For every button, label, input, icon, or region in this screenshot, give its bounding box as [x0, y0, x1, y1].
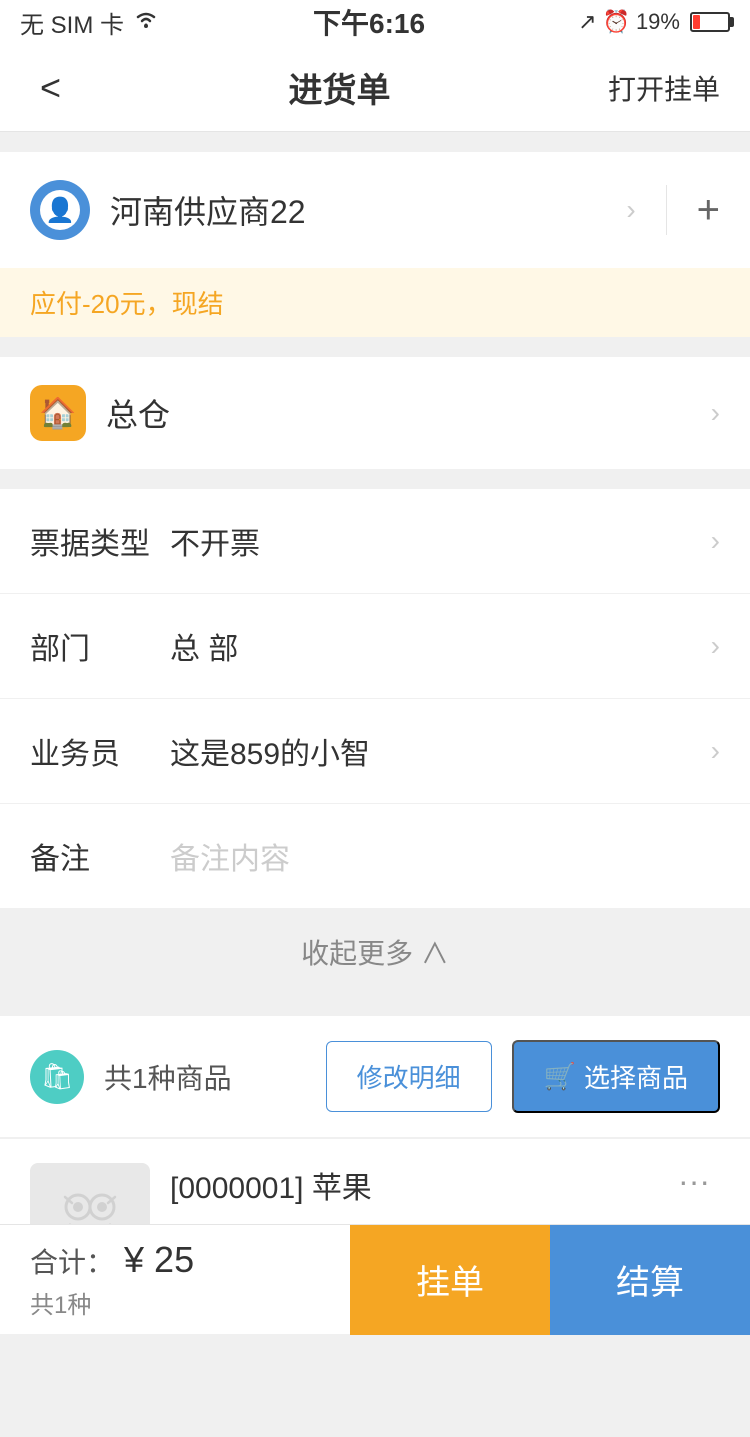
dept-label: 部门 — [30, 624, 170, 668]
product-header: 🛍 共1种商品 修改明细 🛒 选择商品 — [0, 1016, 750, 1137]
staff-label: 业务员 — [30, 729, 170, 773]
select-product-label: 选择商品 — [584, 1058, 688, 1095]
status-left: 无 SIM 卡 — [20, 5, 160, 40]
staff-chevron-icon: › — [711, 735, 720, 767]
bottom-bar: 合计： ¥ 25 共1种 挂单 结算 — [0, 1224, 750, 1334]
warehouse-icon: 🏠 — [30, 385, 86, 441]
open-hang-button[interactable]: 打开挂单 — [608, 68, 720, 108]
product-count: 共1种商品 — [104, 1057, 306, 1097]
location-icon: ↗ — [578, 9, 596, 35]
total-label: 合计： — [30, 1247, 114, 1278]
carrier-text: 无 SIM 卡 — [20, 5, 124, 40]
hang-button[interactable]: 挂单 — [350, 1225, 550, 1335]
supplier-row[interactable]: 👤 河南供应商22 › + — [0, 152, 750, 268]
product-title: 苹果 — [312, 1172, 372, 1205]
product-code: [0000001] — [170, 1172, 303, 1205]
form-section: 票据类型 不开票 › 部门 总 部 › 业务员 这是859的小智 › 备注 备注… — [0, 489, 750, 908]
total-amount: 合计： ¥ 25 — [30, 1239, 320, 1281]
avatar-person-icon: 👤 — [45, 196, 75, 225]
nav-bar: < 进货单 打开挂单 — [0, 44, 750, 132]
invoice-value: 不开票 — [170, 519, 711, 563]
dept-chevron-icon: › — [711, 630, 720, 662]
product-icon: 🛍 — [30, 1050, 84, 1104]
warehouse-home-icon: 🏠 — [39, 396, 76, 431]
staff-value: 这是859的小智 — [170, 729, 711, 773]
add-supplier-button[interactable]: + — [697, 188, 720, 233]
warehouse-section: 🏠 总仓 › — [0, 357, 750, 469]
collapse-button[interactable]: 收起更多 ∧ — [0, 908, 750, 996]
battery-percent: 19% — [636, 9, 680, 35]
dept-row[interactable]: 部门 总 部 › — [0, 594, 750, 699]
staff-row[interactable]: 业务员 这是859的小智 › — [0, 699, 750, 804]
wifi-icon — [132, 8, 160, 36]
remark-row[interactable]: 备注 备注内容 — [0, 804, 750, 908]
back-button[interactable]: < — [30, 57, 71, 119]
total-count: 共1种 — [30, 1285, 320, 1320]
vertical-divider — [666, 185, 667, 235]
warehouse-row[interactable]: 🏠 总仓 › — [0, 357, 750, 469]
warehouse-name: 总仓 — [106, 390, 711, 436]
dept-value: 总 部 — [170, 624, 711, 668]
total-amount-value: ¥ 25 — [124, 1239, 194, 1280]
avatar-inner: 👤 — [40, 190, 80, 230]
checkout-button[interactable]: 结算 — [550, 1225, 750, 1335]
status-time: 下午6:16 — [313, 2, 425, 42]
invoice-label: 票据类型 — [30, 519, 170, 563]
select-product-button[interactable]: 🛒 选择商品 — [512, 1040, 720, 1113]
page-title: 进货单 — [289, 63, 391, 112]
shopping-bag-icon: 🛍 — [40, 1061, 73, 1092]
status-bar: 无 SIM 卡 下午6:16 ↗ ⏰ 19% — [0, 0, 750, 44]
warehouse-chevron-icon: › — [711, 397, 720, 429]
select-product-icon: 🛒 — [544, 1061, 576, 1092]
supplier-right: › + — [626, 185, 720, 235]
supplier-section: 👤 河南供应商22 › + 应付-20元，现结 — [0, 152, 750, 337]
product-name: [0000001] 苹果 — [170, 1163, 648, 1207]
supplier-name: 河南供应商22 — [110, 187, 626, 233]
collapse-label: 收起更多 ∧ — [301, 932, 449, 972]
product-more-button[interactable]: ··· — [668, 1163, 720, 1200]
remark-label: 备注 — [30, 834, 170, 878]
edit-detail-button[interactable]: 修改明细 — [326, 1041, 492, 1112]
remark-placeholder[interactable]: 备注内容 — [170, 834, 720, 878]
info-banner: 应付-20元，现结 — [0, 268, 750, 337]
section-gap-1 — [0, 132, 750, 152]
supplier-avatar: 👤 — [30, 180, 90, 240]
battery-icon — [690, 12, 730, 32]
status-right: ↗ ⏰ 19% — [578, 9, 730, 35]
total-section: 合计： ¥ 25 共1种 — [0, 1239, 350, 1320]
invoice-row[interactable]: 票据类型 不开票 › — [0, 489, 750, 594]
invoice-chevron-icon: › — [711, 525, 720, 557]
alarm-icon: ⏰ — [603, 9, 630, 35]
supplier-chevron-icon: › — [626, 194, 635, 226]
